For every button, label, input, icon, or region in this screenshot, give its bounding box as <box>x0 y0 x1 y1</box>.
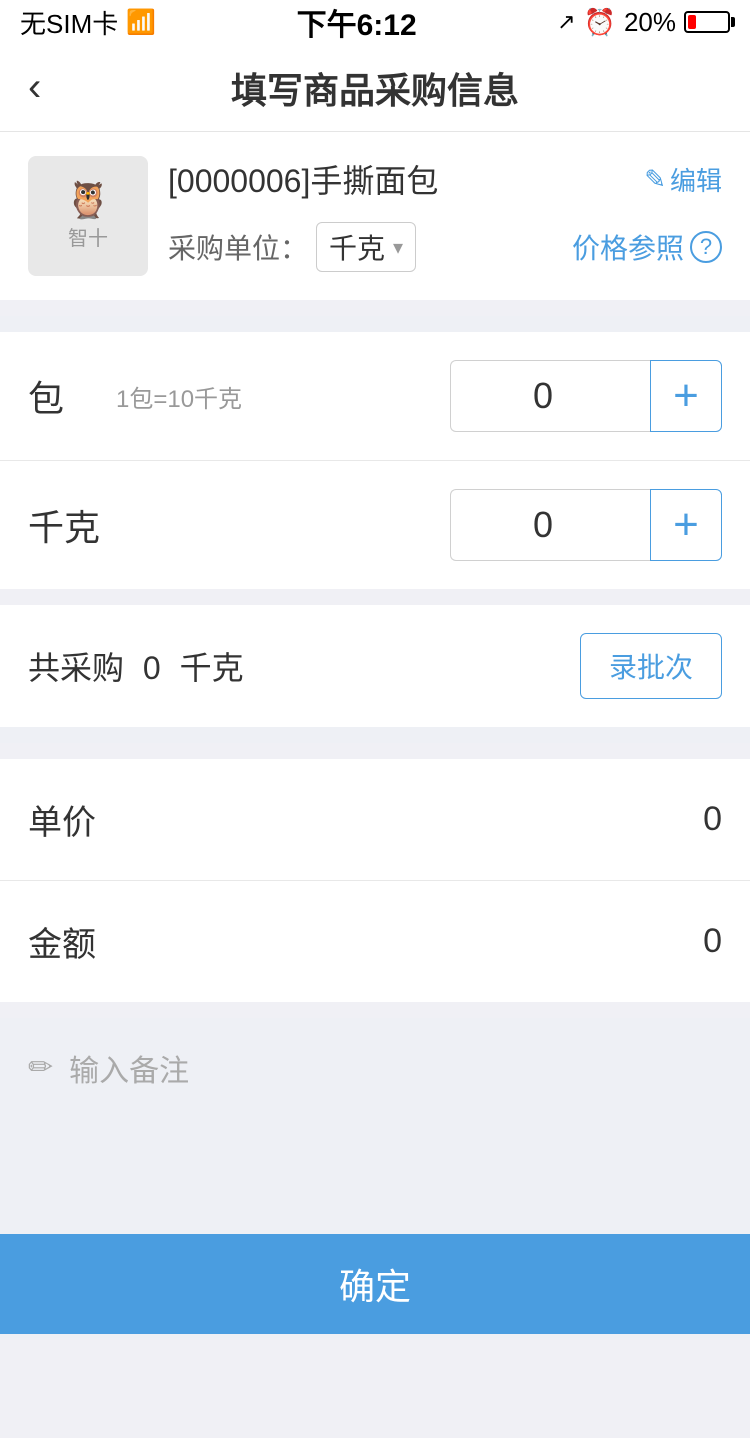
qty-label-kg: 千克 <box>28 499 108 551</box>
qty-input-wrapper-kg: + <box>450 489 722 561</box>
page-title: 填写商品采购信息 <box>231 62 519 114</box>
pencil-icon: ✏ <box>28 1050 53 1085</box>
back-button[interactable]: ‹ <box>28 65 41 110</box>
status-right: ↗ ⏰ 20% <box>557 7 730 38</box>
battery-indicator <box>684 11 730 33</box>
quantity-section: 包 1包=10千克 + 千克 + <box>0 332 750 589</box>
price-row: 单价 0 <box>0 759 750 881</box>
notes-placeholder: 输入备注 <box>69 1046 189 1090</box>
qty-plus-kg[interactable]: + <box>650 489 722 561</box>
qty-label-bag: 包 <box>28 370 108 422</box>
total-value: 0 <box>143 650 161 686</box>
edit-button[interactable]: ✎ 编辑 <box>644 161 722 198</box>
confirm-button[interactable]: 确定 <box>0 1234 750 1334</box>
product-unit-row: 采购单位： 千克 ▾ 价格参照 ? <box>168 222 722 272</box>
product-section: 🦉 智十 [0000006]手撕面包 ✎ 编辑 采购单位： 千克 ▾ <box>0 132 750 300</box>
amount-label: 金额 <box>28 917 96 966</box>
quantity-row-kg: 千克 + <box>0 461 750 589</box>
product-info: [0000006]手撕面包 ✎ 编辑 采购单位： 千克 ▾ 价格参照 ? <box>168 156 722 272</box>
qty-input-wrapper-bag: + <box>450 360 722 432</box>
product-owl-icon: 🦉 <box>66 182 111 218</box>
unit-label: 采购单位： <box>168 227 308 267</box>
time-label: 下午6:12 <box>297 0 417 44</box>
qty-sublabel-bag: 1包=10千克 <box>116 379 450 414</box>
amount-value: 0 <box>703 922 722 961</box>
wifi-icon: 📶 <box>126 8 156 37</box>
battery-fill <box>688 15 696 29</box>
price-label: 单价 <box>28 795 96 844</box>
price-ref-button[interactable]: 价格参照 ? <box>572 227 722 267</box>
info-section: 单价 0 金额 0 <box>0 759 750 1002</box>
alarm-icon: ⏰ <box>584 7 616 38</box>
total-section: 共采购 0 千克 录批次 <box>0 605 750 727</box>
qty-input-bag[interactable] <box>450 360 650 432</box>
status-bar: 无SIM卡 📶 下午6:12 ↗ ⏰ 20% <box>0 0 750 44</box>
quantity-row-bag: 包 1包=10千克 + <box>0 332 750 461</box>
chevron-down-icon: ▾ <box>393 235 403 260</box>
price-value: 0 <box>703 800 722 839</box>
qty-input-kg[interactable] <box>450 489 650 561</box>
status-left: 无SIM卡 📶 <box>20 4 156 41</box>
product-brand-text: 智十 <box>68 222 108 251</box>
help-icon: ? <box>690 231 722 263</box>
edit-icon: ✎ <box>644 164 666 195</box>
qty-plus-bag[interactable]: + <box>650 360 722 432</box>
divider-2 <box>0 727 750 743</box>
location-icon: ↗ <box>557 9 575 35</box>
unit-select[interactable]: 千克 ▾ <box>316 222 416 272</box>
unit-value: 千克 <box>329 227 385 267</box>
product-header: [0000006]手撕面包 ✎ 编辑 <box>168 156 722 202</box>
nav-bar: ‹ 填写商品采购信息 <box>0 44 750 132</box>
product-name: [0000006]手撕面包 <box>168 156 438 202</box>
product-image: 🦉 智十 <box>28 156 148 276</box>
carrier-label: 无SIM卡 <box>20 4 118 41</box>
total-text: 共采购 0 千克 <box>28 643 244 689</box>
amount-row: 金额 0 <box>0 881 750 1002</box>
divider-1 <box>0 316 750 332</box>
battery-label: 20% <box>624 7 676 38</box>
batch-button[interactable]: 录批次 <box>580 633 722 699</box>
